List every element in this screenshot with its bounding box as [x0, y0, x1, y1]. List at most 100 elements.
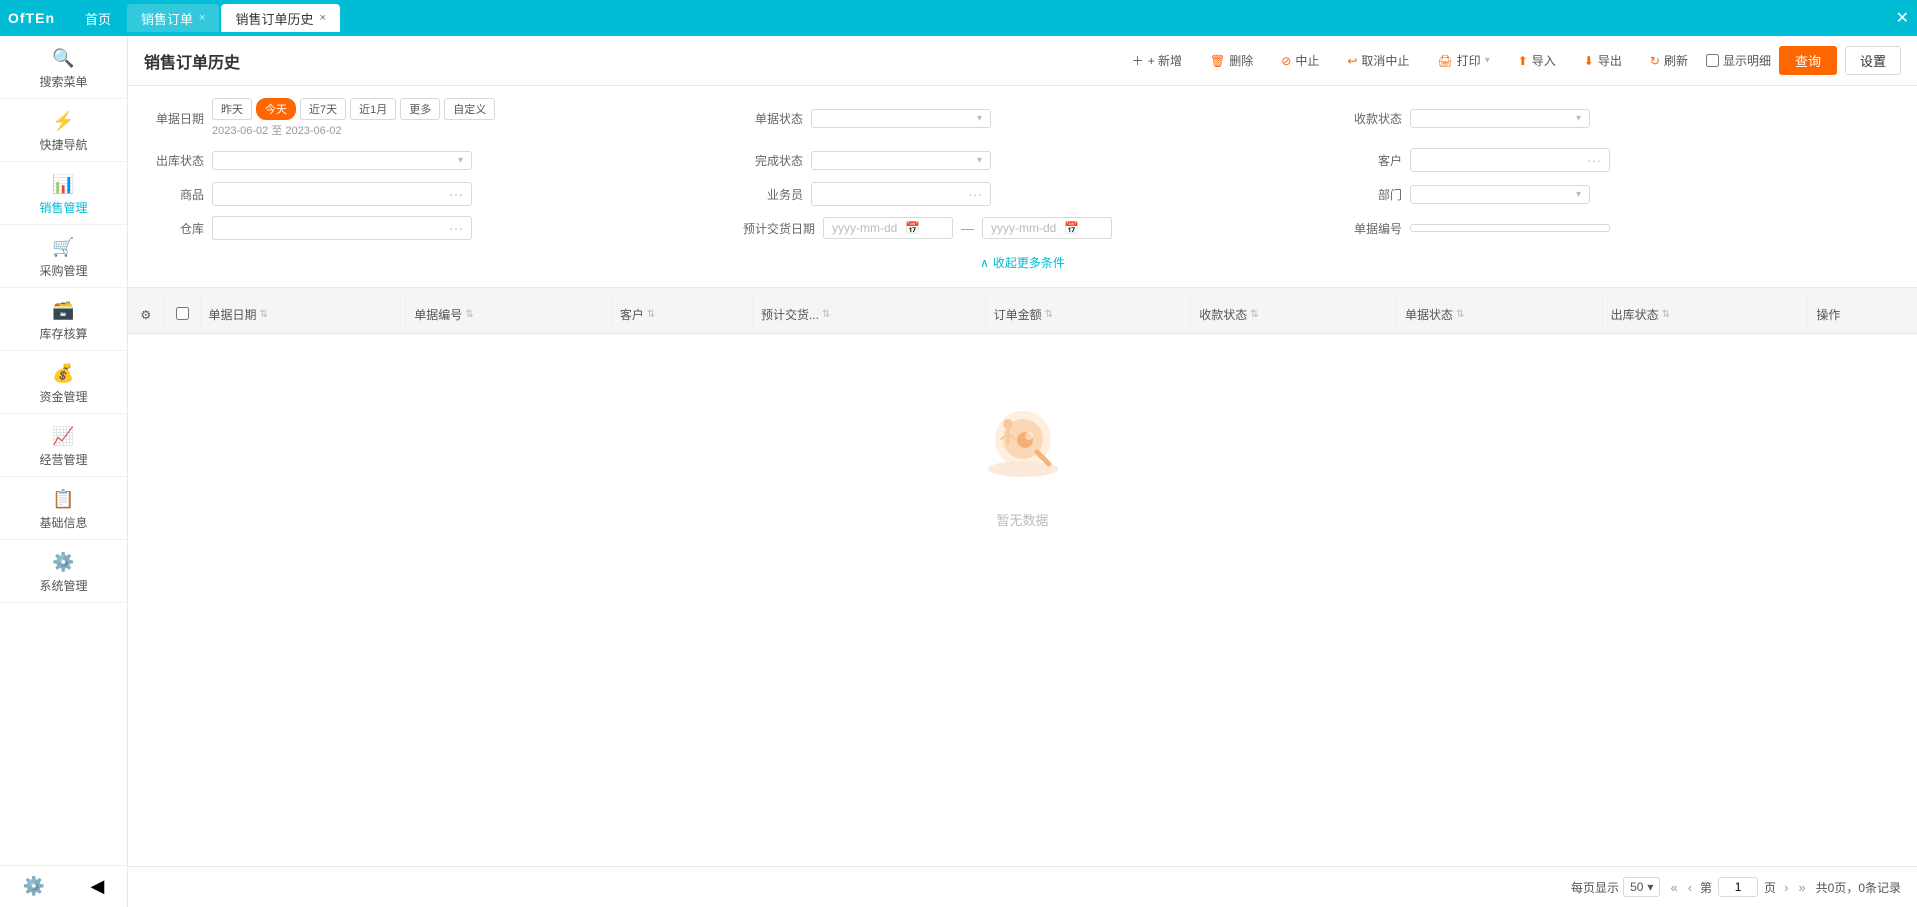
- th-amount[interactable]: 订单金额 ⇅: [985, 296, 1191, 334]
- collapse-label: 收起更多条件: [993, 254, 1065, 271]
- display-detail-checkbox[interactable]: [1706, 54, 1719, 67]
- date-btn-1month[interactable]: 近1月: [350, 98, 396, 120]
- new-button[interactable]: ＋ + 新增: [1122, 48, 1192, 73]
- window-close-icon[interactable]: ✕: [1896, 8, 1909, 28]
- sidebar-item-basic-info-label: 基础信息: [39, 514, 87, 531]
- bill-status-select[interactable]: ▾: [811, 109, 991, 128]
- warehouse-dots: ···: [449, 220, 463, 236]
- salesperson-input[interactable]: ···: [811, 182, 991, 206]
- settings-button[interactable]: 设置: [1845, 46, 1901, 75]
- tab-sales-order-history[interactable]: 销售订单历史 ×: [221, 4, 339, 32]
- th-number[interactable]: 单据编号 ⇅: [406, 296, 612, 334]
- tab-sales-order-history-label: 销售订单历史: [235, 9, 313, 28]
- sidebar-item-purchase-mgmt-label: 采购管理: [39, 262, 87, 279]
- customer-input[interactable]: ···: [1410, 148, 1610, 172]
- payment-status-select[interactable]: ▾: [1410, 109, 1590, 128]
- th-bill-status[interactable]: 单据状态 ⇅: [1396, 296, 1602, 334]
- table-header-row: ⚙ 单据日期 ⇅: [128, 296, 1917, 334]
- complete-status-select[interactable]: ▾: [811, 151, 991, 170]
- search-button[interactable]: 查询: [1779, 46, 1837, 75]
- date-btn-today[interactable]: 今天: [256, 98, 296, 120]
- tab-sales-order-history-close[interactable]: ×: [319, 12, 325, 24]
- search-menu-icon: 🔍: [52, 48, 74, 69]
- cancel-stop-icon: ↩: [1347, 54, 1357, 68]
- top-bar-right: ✕: [1896, 8, 1909, 28]
- out-status-arrow-icon: ▾: [458, 155, 463, 166]
- first-page-button[interactable]: «: [1668, 880, 1679, 895]
- bill-status-arrow-icon: ▾: [977, 113, 982, 124]
- sidebar-item-system-mgmt-label: 系统管理: [39, 577, 87, 594]
- sidebar-item-operation-mgmt[interactable]: 📈 经营管理: [0, 414, 127, 477]
- bill-number-input[interactable]: [1410, 224, 1610, 232]
- date-btn-yesterday[interactable]: 昨天: [212, 98, 252, 120]
- table-container: ⚙ 单据日期 ⇅: [128, 296, 1917, 569]
- date-btn-custom[interactable]: 自定义: [444, 98, 495, 120]
- tab-sales-order[interactable]: 销售订单 ×: [127, 4, 219, 32]
- delivery-date-from-input[interactable]: yyyy-mm-dd 📅: [823, 217, 953, 239]
- prev-page-button[interactable]: ‹: [1686, 880, 1694, 895]
- import-button[interactable]: ⬆ 导入: [1508, 48, 1566, 73]
- date-label: 单据日期: [144, 110, 204, 127]
- sidebar-item-inventory-calc-label: 库存核算: [39, 325, 87, 342]
- sidebar-item-purchase-mgmt[interactable]: 🛒 采购管理: [0, 225, 127, 288]
- th-checkbox[interactable]: [164, 296, 200, 334]
- display-detail-checkbox-label[interactable]: 显示明细: [1706, 52, 1771, 69]
- next-page-button[interactable]: ›: [1782, 880, 1790, 895]
- complete-status-label: 完成状态: [743, 152, 803, 169]
- th-delivery[interactable]: 预计交货... ⇅: [752, 296, 985, 334]
- last-page-button[interactable]: »: [1796, 880, 1807, 895]
- sidebar-item-inventory-calc[interactable]: 🗃️ 库存核算: [0, 288, 127, 351]
- department-select[interactable]: ▾: [1410, 185, 1590, 204]
- th-operation: 操作: [1808, 296, 1917, 334]
- date-btn-7days[interactable]: 近7天: [300, 98, 346, 120]
- date-btn-more[interactable]: 更多: [400, 98, 440, 120]
- stop-button[interactable]: ⊘ 中止: [1271, 48, 1329, 73]
- collapse-bar[interactable]: ∧ 收起更多条件: [144, 250, 1901, 275]
- page-size-dropdown[interactable]: 50 ▾: [1623, 877, 1660, 897]
- th-out-status[interactable]: 出库状态 ⇅: [1602, 296, 1808, 334]
- capital-mgmt-icon: 💰: [52, 363, 74, 384]
- tab-home[interactable]: 首页: [71, 4, 125, 32]
- out-status-select[interactable]: ▾: [212, 151, 472, 170]
- page-header: 销售订单历史 ＋ + 新增 🗑 删除 ⊘ 中止 ↩ 取消中止: [128, 36, 1917, 86]
- tab-sales-order-close[interactable]: ×: [199, 12, 205, 24]
- export-button[interactable]: ⬇ 导出: [1574, 48, 1632, 73]
- sidebar-item-quick-nav[interactable]: ⚡ 快捷导航: [0, 99, 127, 162]
- cancel-stop-button[interactable]: ↩ 取消中止: [1337, 48, 1419, 73]
- sidebar-item-search-menu[interactable]: 🔍 搜索菜单: [0, 36, 127, 99]
- product-input[interactable]: ···: [212, 182, 472, 206]
- sidebar-item-basic-info[interactable]: 📋 基础信息: [0, 477, 127, 540]
- delete-button[interactable]: 🗑 删除: [1200, 48, 1263, 73]
- th-customer[interactable]: 客户 ⇅: [611, 296, 752, 334]
- delivery-date-from-text: yyyy-mm-dd: [832, 221, 897, 235]
- sidebar-item-sales-mgmt[interactable]: 📊 销售管理: [0, 162, 127, 225]
- salesperson-label: 业务员: [743, 186, 803, 203]
- th-date[interactable]: 单据日期 ⇅: [200, 296, 406, 334]
- print-button[interactable]: 🖨 打印 ▾: [1427, 48, 1499, 73]
- calendar-from-icon[interactable]: 📅: [905, 221, 920, 235]
- select-all-checkbox[interactable]: [176, 307, 189, 320]
- sidebar-item-capital-mgmt[interactable]: 💰 资金管理: [0, 351, 127, 414]
- customer-dots: ···: [1587, 152, 1601, 168]
- import-icon: ⬆: [1518, 54, 1528, 68]
- quick-nav-icon: ⚡: [52, 111, 74, 132]
- calendar-to-icon[interactable]: 📅: [1064, 221, 1079, 235]
- inventory-calc-icon: 🗃️: [52, 300, 74, 321]
- sidebar-collapse-icon[interactable]: ◀: [90, 876, 104, 897]
- delivery-date-range: yyyy-mm-dd 📅 — yyyy-mm-dd 📅: [823, 217, 1112, 239]
- sidebar-item-system-mgmt[interactable]: ⚙️ 系统管理: [0, 540, 127, 603]
- th-payment-status[interactable]: 收款状态 ⇅: [1191, 296, 1397, 334]
- date-quick-btns: 昨天 今天 近7天 近1月 更多 自定义: [212, 98, 495, 120]
- sidebar-settings-icon[interactable]: ⚙️: [23, 876, 45, 897]
- warehouse-input[interactable]: ···: [212, 216, 472, 240]
- th-date-sort-icon: ⇅: [260, 309, 268, 320]
- th-settings[interactable]: ⚙: [128, 296, 164, 334]
- system-mgmt-icon: ⚙️: [52, 552, 74, 573]
- delivery-date-to-input[interactable]: yyyy-mm-dd 📅: [982, 217, 1112, 239]
- page-number-input[interactable]: [1718, 877, 1758, 897]
- th-bill-status-sort-icon: ⇅: [1456, 309, 1464, 320]
- settings-icon[interactable]: ⚙: [140, 308, 151, 322]
- product-label: 商品: [144, 186, 204, 203]
- refresh-button[interactable]: ↻ 刷新: [1640, 48, 1698, 73]
- operation-mgmt-icon: 📈: [52, 426, 74, 447]
